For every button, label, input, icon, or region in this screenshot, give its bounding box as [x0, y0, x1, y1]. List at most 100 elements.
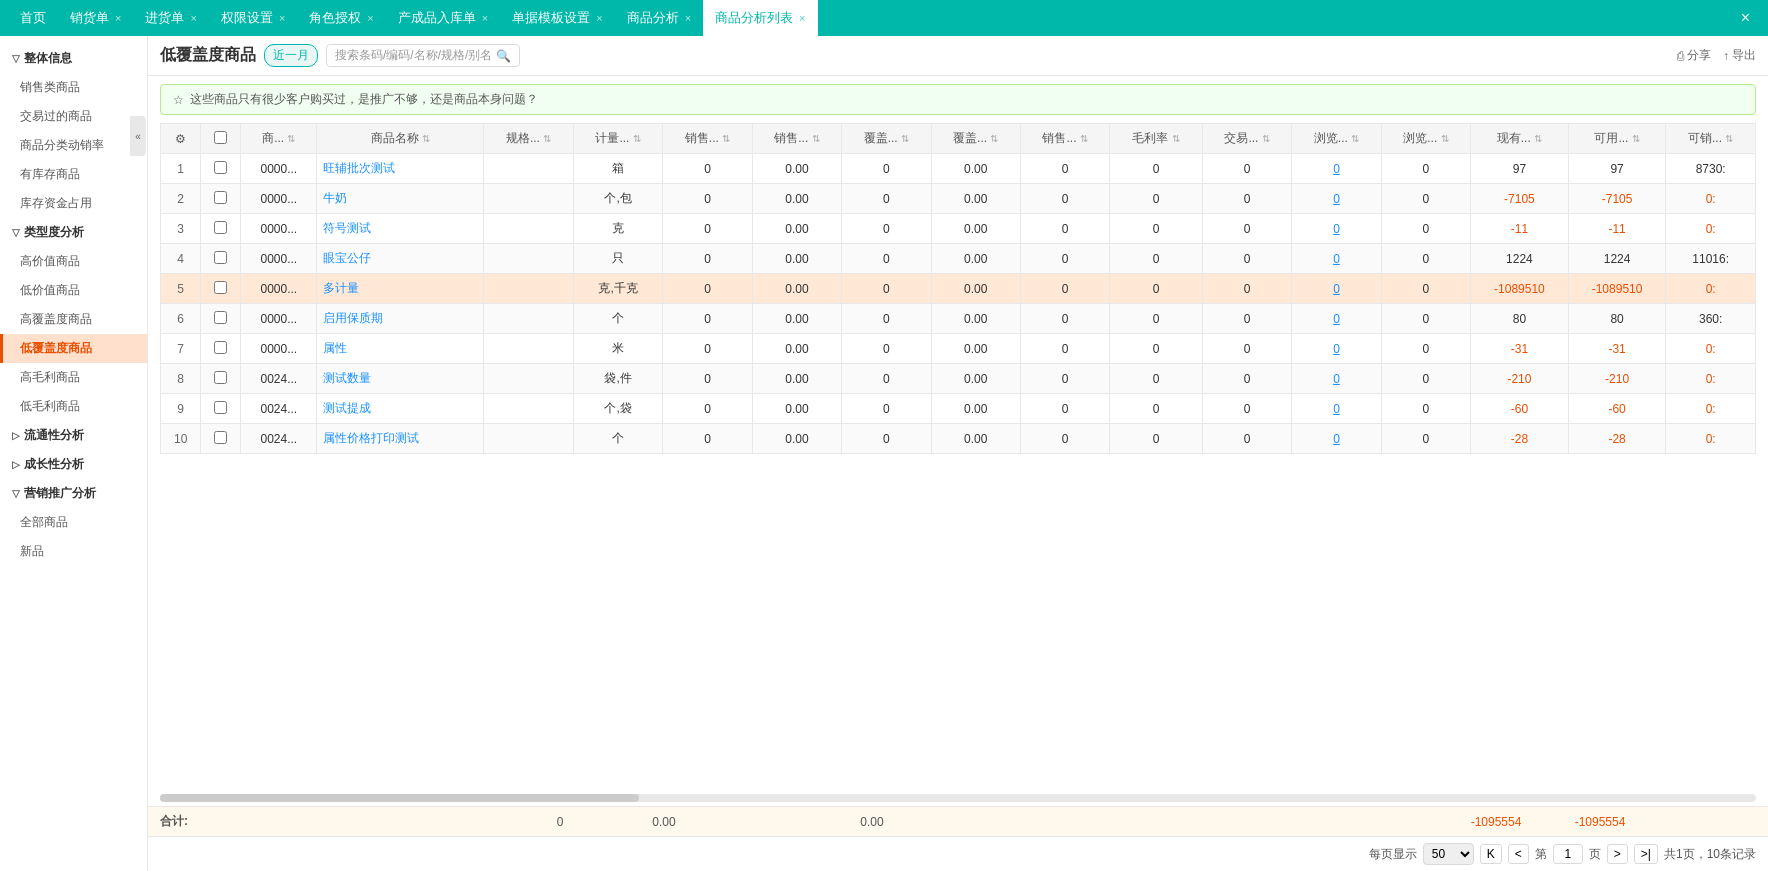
search-box[interactable]: 搜索条码/编码/名称/规格/别名 🔍 [326, 44, 520, 67]
export-button[interactable]: ↑ 导出 [1723, 47, 1756, 64]
cell-browse1[interactable]: 0 [1292, 214, 1381, 244]
nav-template-settings[interactable]: 单据模板设置 × [500, 0, 614, 36]
cell-name[interactable]: 属性价格打印测试 [317, 424, 484, 454]
last-page-button[interactable]: >| [1634, 844, 1658, 864]
row-checkbox[interactable] [214, 251, 227, 264]
row-checkbox[interactable] [214, 311, 227, 324]
col-coverage2[interactable]: 覆盖... ⇅ [931, 124, 1020, 154]
cell-checkbox[interactable] [201, 334, 241, 364]
col-available[interactable]: 可用... ⇅ [1568, 124, 1666, 154]
row-checkbox[interactable] [214, 161, 227, 174]
cell-name[interactable]: 属性 [317, 334, 484, 364]
next-page-button[interactable]: > [1607, 844, 1628, 864]
filter-recent-month-button[interactable]: 近一月 [264, 44, 318, 67]
sidebar-group-growth-analysis[interactable]: ▷ 成长性分析 [0, 450, 147, 479]
cell-name[interactable]: 牛奶 [317, 184, 484, 214]
col-coverage1[interactable]: 覆盖... ⇅ [842, 124, 931, 154]
col-sales-amount[interactable]: 销售... ⇅ [752, 124, 841, 154]
col-current-stock[interactable]: 现有... ⇅ [1471, 124, 1569, 154]
cell-checkbox[interactable] [201, 274, 241, 304]
sidebar-item-category-rate[interactable]: 商品分类动销率 [0, 131, 147, 160]
sidebar-item-stock-products[interactable]: 有库存商品 [0, 160, 147, 189]
nav-role-auth[interactable]: 角色授权 × [297, 0, 385, 36]
cell-checkbox[interactable] [201, 154, 241, 184]
col-checkbox[interactable] [201, 124, 241, 154]
sidebar-item-new-products[interactable]: 新品 [0, 537, 147, 566]
nav-purchase-close[interactable]: × [190, 12, 196, 24]
cell-checkbox[interactable] [201, 304, 241, 334]
nav-analysis-close[interactable]: × [685, 12, 691, 24]
sidebar-group-marketing-analysis[interactable]: ▽ 营销推广分析 [0, 479, 147, 508]
sidebar-item-low-margin[interactable]: 低毛利商品 [0, 392, 147, 421]
cell-browse1[interactable]: 0 [1292, 424, 1381, 454]
cell-name[interactable]: 测试数量 [317, 364, 484, 394]
col-spec[interactable]: 规格... ⇅ [484, 124, 573, 154]
sidebar-item-low-coverage[interactable]: 低覆盖度商品 [0, 334, 147, 363]
nav-product-analysis[interactable]: 商品分析 × [615, 0, 703, 36]
row-checkbox[interactable] [214, 281, 227, 294]
col-sales-qty[interactable]: 销售... ⇅ [663, 124, 752, 154]
cell-browse1[interactable]: 0 [1292, 274, 1381, 304]
cell-checkbox[interactable] [201, 214, 241, 244]
cell-name[interactable]: 多计量 [317, 274, 484, 304]
share-button[interactable]: ⎙ 分享 [1677, 47, 1711, 64]
sidebar-item-high-coverage[interactable]: 高覆盖度商品 [0, 305, 147, 334]
sidebar-item-traded-products[interactable]: 交易过的商品 [0, 102, 147, 131]
page-size-select[interactable]: 50 20 100 200 [1423, 843, 1474, 865]
prev-page-button[interactable]: < [1508, 844, 1529, 864]
col-sellable[interactable]: 可销... ⇅ [1666, 124, 1756, 154]
sidebar-group-flow-analysis[interactable]: ▷ 流通性分析 [0, 421, 147, 450]
row-checkbox[interactable] [214, 221, 227, 234]
col-browse1[interactable]: 浏览... ⇅ [1292, 124, 1381, 154]
cell-browse1[interactable]: 0 [1292, 304, 1381, 334]
cell-browse1[interactable]: 0 [1292, 244, 1381, 274]
cell-checkbox[interactable] [201, 424, 241, 454]
row-checkbox[interactable] [214, 431, 227, 444]
nav-home[interactable]: 首页 [8, 0, 58, 36]
cell-checkbox[interactable] [201, 364, 241, 394]
scrollbar-thumb[interactable] [160, 794, 639, 802]
nav-product-close[interactable]: × [482, 12, 488, 24]
sidebar-item-high-margin[interactable]: 高毛利商品 [0, 363, 147, 392]
sidebar-group-overall[interactable]: ▽ 整体信息 [0, 44, 147, 73]
row-checkbox[interactable] [214, 341, 227, 354]
sidebar-collapse-button[interactable]: « [130, 116, 146, 156]
row-checkbox[interactable] [214, 401, 227, 414]
cell-name[interactable]: 测试提成 [317, 394, 484, 424]
cell-browse1[interactable]: 0 [1292, 184, 1381, 214]
page-number-input[interactable] [1553, 844, 1583, 864]
cell-browse1[interactable]: 0 [1292, 334, 1381, 364]
cell-checkbox[interactable] [201, 244, 241, 274]
cell-browse1[interactable]: 0 [1292, 154, 1381, 184]
first-page-button[interactable]: K [1480, 844, 1502, 864]
col-sales-num[interactable]: 销售... ⇅ [1020, 124, 1109, 154]
cell-browse1[interactable]: 0 [1292, 394, 1381, 424]
row-checkbox[interactable] [214, 191, 227, 204]
col-settings[interactable]: ⚙ [161, 124, 201, 154]
sidebar-item-sales-products[interactable]: 销售类商品 [0, 73, 147, 102]
nav-sales-order[interactable]: 销货单 × [58, 0, 133, 36]
cell-name[interactable]: 旺辅批次测试 [317, 154, 484, 184]
col-transaction[interactable]: 交易... ⇅ [1202, 124, 1291, 154]
col-browse2[interactable]: 浏览... ⇅ [1381, 124, 1470, 154]
cell-checkbox[interactable] [201, 394, 241, 424]
cell-browse1[interactable]: 0 [1292, 364, 1381, 394]
cell-name[interactable]: 眼宝公仔 [317, 244, 484, 274]
sidebar-group-type-analysis[interactable]: ▽ 类型度分析 [0, 218, 147, 247]
nav-permission-settings[interactable]: 权限设置 × [209, 0, 297, 36]
nav-product-inbound[interactable]: 产成品入库单 × [386, 0, 500, 36]
sidebar-item-all-products[interactable]: 全部商品 [0, 508, 147, 537]
nav-role-close[interactable]: × [367, 12, 373, 24]
cell-name[interactable]: 符号测试 [317, 214, 484, 244]
nav-template-close[interactable]: × [596, 12, 602, 24]
nav-analysis-list-close[interactable]: × [799, 12, 805, 24]
sidebar-item-stock-capital[interactable]: 库存资金占用 [0, 189, 147, 218]
nav-perm-close[interactable]: × [279, 12, 285, 24]
horizontal-scrollbar[interactable] [160, 794, 1756, 802]
sidebar-item-high-value[interactable]: 高价值商品 [0, 247, 147, 276]
select-all-checkbox[interactable] [214, 131, 227, 144]
col-code[interactable]: 商... ⇅ [241, 124, 317, 154]
cell-checkbox[interactable] [201, 184, 241, 214]
col-gross-margin[interactable]: 毛利率 ⇅ [1110, 124, 1202, 154]
nav-purchase-order[interactable]: 进货单 × [133, 0, 208, 36]
